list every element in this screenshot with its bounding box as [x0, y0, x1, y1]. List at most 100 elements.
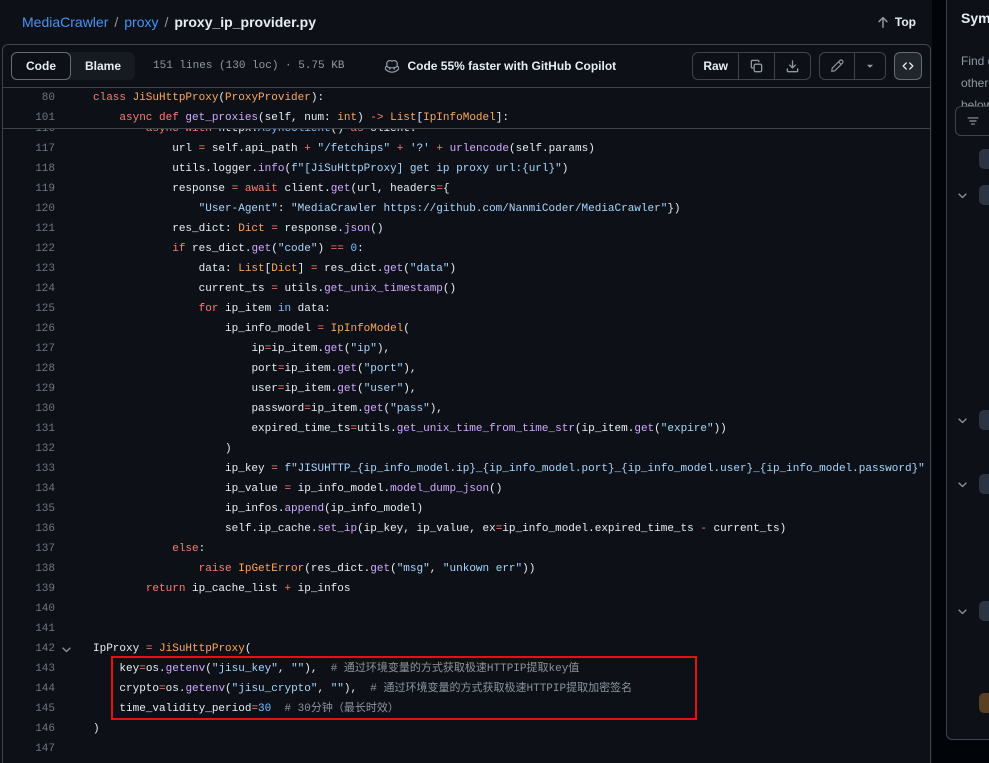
code-text: response = await client.get(url, headers…	[77, 179, 450, 199]
line-number[interactable]: 147	[3, 739, 55, 759]
code-line-136: 136 self.ip_cache.set_ip(ip_key, ip_valu…	[3, 519, 930, 539]
code-line-146: 146)	[3, 719, 930, 739]
line-number[interactable]: 138	[3, 559, 55, 579]
line-number[interactable]: 126	[3, 319, 55, 339]
code-line-101: 101 async def get_proxies(self, num: int…	[3, 108, 930, 128]
line-number[interactable]: 133	[3, 459, 55, 479]
line-number[interactable]: 143	[3, 659, 55, 679]
line-number[interactable]: 119	[3, 179, 55, 199]
line-number[interactable]: 131	[3, 419, 55, 439]
line-number[interactable]: 135	[3, 499, 55, 519]
chevron-down-icon[interactable]	[957, 190, 968, 201]
fold-spacer	[55, 239, 77, 259]
fold-chevron-icon[interactable]	[55, 639, 77, 659]
chevron-down-icon[interactable]	[957, 479, 968, 490]
code-line-124: 124 current_ts = utils.get_unix_timestam…	[3, 279, 930, 299]
download-button[interactable]	[775, 53, 810, 79]
code-panel: Code Blame 151 lines (130 loc) · 5.75 KB…	[2, 44, 931, 763]
tab-blame[interactable]: Blame	[71, 52, 135, 80]
code-text: user=ip_item.get("user"),	[77, 379, 417, 399]
copilot-banner[interactable]: Code 55% faster with GitHub Copilot	[384, 58, 616, 74]
breadcrumb: MediaCrawler / proxy / proxy_ip_provider…	[0, 0, 932, 44]
line-number[interactable]: 142	[3, 639, 55, 659]
line-number[interactable]: 146	[3, 719, 55, 739]
line-number[interactable]: 137	[3, 539, 55, 559]
line-number[interactable]: 136	[3, 519, 55, 539]
symbol-kind-badge	[979, 474, 989, 494]
code-text: raise IpGetError(res_dict.get("msg", "un…	[77, 559, 535, 579]
code-text: ip_value = ip_info_model.model_dump_json…	[77, 479, 502, 499]
chevron-down-icon[interactable]	[957, 415, 968, 426]
tab-code[interactable]: Code	[11, 52, 71, 80]
code-text: expired_time_ts=utils.get_unix_time_from…	[77, 419, 727, 439]
code-line-138: 138 raise IpGetError(res_dict.get("msg",…	[3, 559, 930, 579]
breadcrumb-repo-link[interactable]: MediaCrawler	[22, 14, 108, 30]
line-number[interactable]: 141	[3, 619, 55, 639]
symbol-row[interactable]	[947, 473, 989, 495]
fold-spacer	[55, 699, 77, 719]
line-number[interactable]: 117	[3, 139, 55, 159]
line-number[interactable]: 123	[3, 259, 55, 279]
symbol-row[interactable]	[947, 600, 989, 622]
symbol-kind-badge	[979, 410, 989, 430]
code-text: ip_info_model = IpInfoModel(	[77, 319, 410, 339]
code-text: ip_infos.append(ip_info_model)	[77, 499, 423, 519]
line-number[interactable]: 132	[3, 439, 55, 459]
code-text: port=ip_item.get("port"),	[77, 359, 417, 379]
code-line-139: 139 return ip_cache_list + ip_infos	[3, 579, 930, 599]
line-number[interactable]: 144	[3, 679, 55, 699]
line-number[interactable]: 128	[3, 359, 55, 379]
line-number[interactable]: 130	[3, 399, 55, 419]
edit-button[interactable]	[820, 53, 855, 79]
fold-spacer	[55, 559, 77, 579]
symbol-row[interactable]	[947, 692, 989, 714]
line-number[interactable]: 140	[3, 599, 55, 619]
code-text: data: List[Dict] = res_dict.get("data")	[77, 259, 456, 279]
code-line-120: 120 "User-Agent": "MediaCrawler https://…	[3, 199, 930, 219]
code-line-141: 141	[3, 619, 930, 639]
chevron-down-icon[interactable]	[957, 606, 968, 617]
line-number[interactable]: 122	[3, 239, 55, 259]
code-line-145: 145 time_validity_period=30 # 30分钟（最长时效）	[3, 699, 930, 719]
code-line-123: 123 data: List[Dict] = res_dict.get("dat…	[3, 259, 930, 279]
edit-dropdown-button[interactable]	[855, 53, 885, 79]
raw-button[interactable]: Raw	[693, 53, 739, 79]
fold-spacer	[55, 659, 77, 679]
code-line-118: 118 utils.logger.info(f"[JiSuHttpProxy] …	[3, 159, 930, 179]
code-text: self.ip_cache.set_ip(ip_key, ip_value, e…	[77, 519, 786, 539]
breadcrumb-file-name: proxy_ip_provider.py	[174, 14, 316, 30]
symbol-row[interactable]	[947, 409, 989, 431]
symbol-row[interactable]	[947, 184, 989, 206]
line-number[interactable]: 121	[3, 219, 55, 239]
line-number[interactable]: 139	[3, 579, 55, 599]
code-line-140: 140	[3, 599, 930, 619]
code-line-122: 122 if res_dict.get("code") == 0:	[3, 239, 930, 259]
back-to-top-button[interactable]: Top	[876, 15, 916, 29]
breadcrumb-folder-link[interactable]: proxy	[124, 14, 158, 30]
fold-spacer	[55, 179, 77, 199]
line-number[interactable]: 120	[3, 199, 55, 219]
line-number[interactable]: 125	[3, 299, 55, 319]
code-body: 116 async with httpx.AsyncClient() as cl…	[3, 119, 930, 759]
code-text: password=ip_item.get("pass"),	[77, 399, 443, 419]
code-text: key=os.getenv("jisu_key", ""), # 通过环境变量的…	[77, 659, 579, 679]
symbol-row[interactable]	[947, 148, 989, 170]
fold-spacer	[55, 739, 77, 759]
sticky-context-lines: 80class JiSuHttpProxy(ProxyProvider):101…	[3, 88, 930, 129]
line-number[interactable]: 124	[3, 279, 55, 299]
fold-spacer	[55, 279, 77, 299]
copy-button[interactable]	[739, 53, 775, 79]
line-number[interactable]: 134	[3, 479, 55, 499]
fold-spacer	[55, 539, 77, 559]
line-number[interactable]: 145	[3, 699, 55, 719]
line-number[interactable]: 118	[3, 159, 55, 179]
fold-spacer	[55, 108, 77, 128]
line-number[interactable]: 80	[3, 88, 55, 108]
fold-spacer	[55, 439, 77, 459]
line-number[interactable]: 101	[3, 108, 55, 128]
fold-spacer	[55, 299, 77, 319]
symbols-toggle-button[interactable]	[894, 52, 922, 80]
line-number[interactable]: 127	[3, 339, 55, 359]
line-number[interactable]: 129	[3, 379, 55, 399]
fold-spacer	[55, 519, 77, 539]
